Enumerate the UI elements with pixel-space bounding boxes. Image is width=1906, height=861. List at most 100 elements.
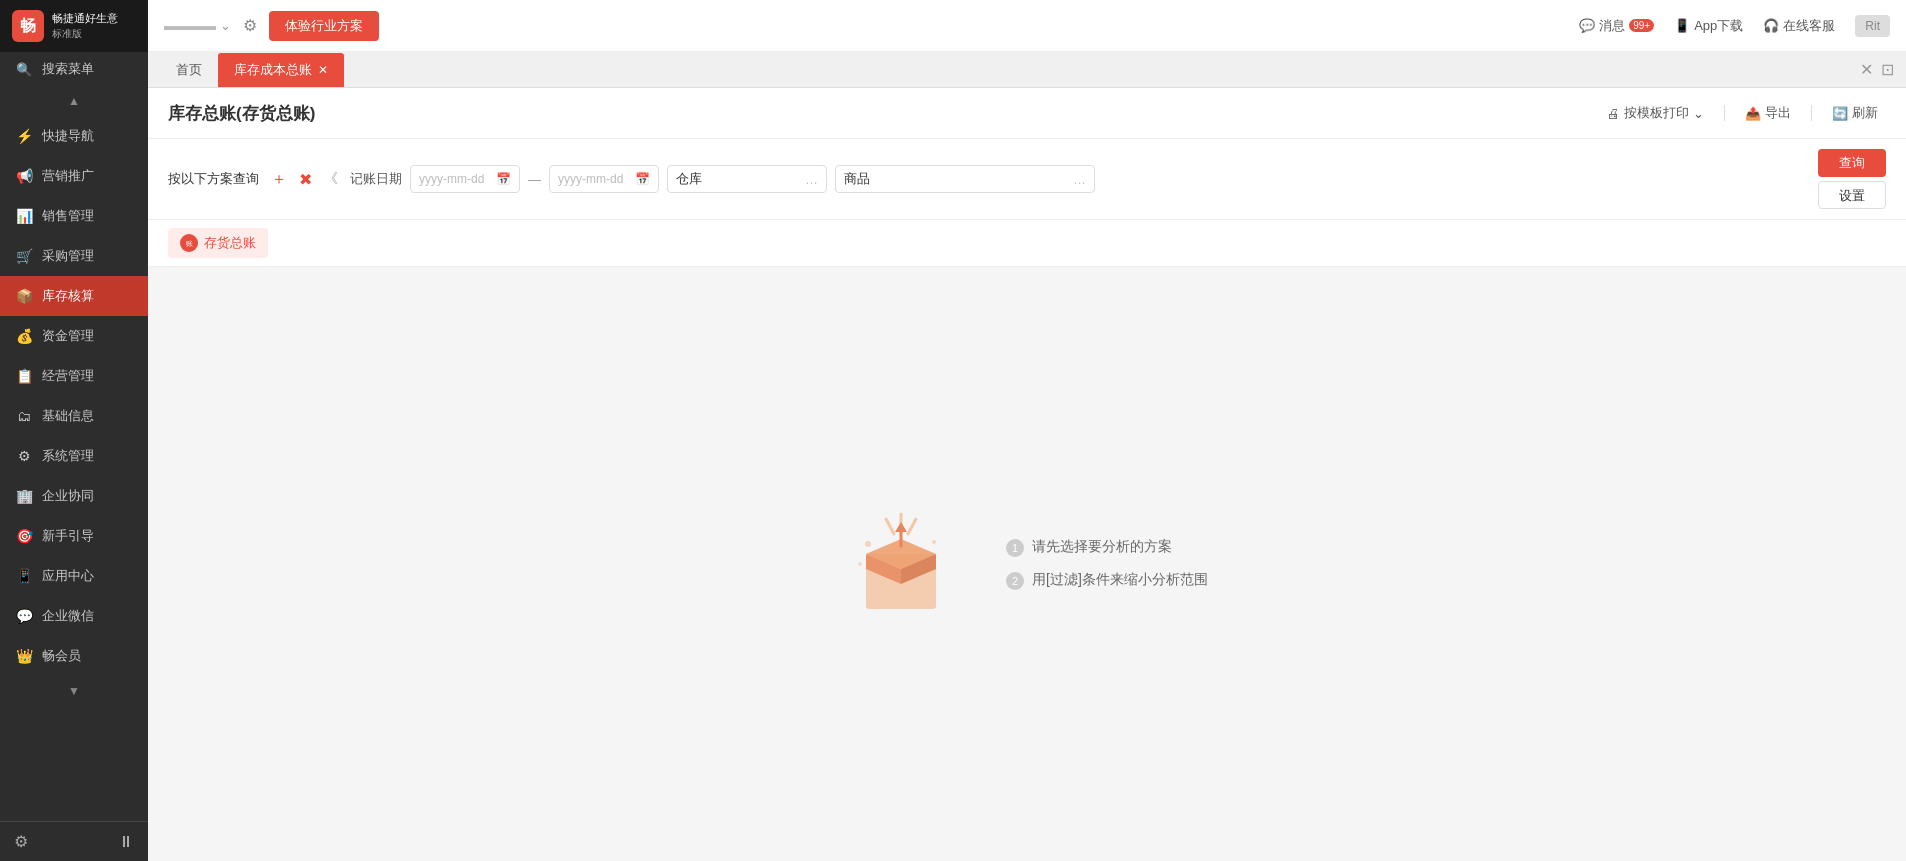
content-area: 库存总账(存货总账) 🖨 按模板打印 ⌄ 📤 导出 🔄 刷新 — [148, 88, 1906, 861]
sidebar-item-label: 应用中心 — [42, 567, 94, 585]
calendar-start-icon[interactable]: 📅 — [496, 172, 511, 186]
tab-expand-icon[interactable]: ⊡ — [1881, 60, 1894, 79]
date-label: 记账日期 — [350, 170, 402, 188]
print-icon: 🖨 — [1607, 106, 1620, 121]
tab-inventory-cost[interactable]: 库存成本总账 ✕ — [218, 53, 344, 87]
sidebar-item-marketing[interactable]: 📢 营销推广 — [0, 156, 148, 196]
system-icon: ⚙ — [14, 448, 34, 464]
app-logo: 畅 畅捷通好生意 标准版 — [0, 0, 148, 52]
scroll-up-icon[interactable]: ▲ — [64, 90, 84, 112]
scroll-down-icon[interactable]: ▼ — [64, 680, 84, 702]
svg-point-13 — [858, 562, 862, 566]
app-center-icon: 📱 — [14, 568, 34, 584]
app-download-button[interactable]: 📱 App下载 — [1674, 17, 1743, 35]
sidebar-item-operation[interactable]: 📋 经营管理 — [0, 356, 148, 396]
calendar-end-icon[interactable]: 📅 — [635, 172, 650, 186]
main-area: ▬▬▬▬ ⌄ ⚙ 体验行业方案 💬 消息 99+ 📱 App下载 🎧 在线客服 … — [148, 0, 1906, 861]
chevron-down-icon[interactable]: ⌄ — [220, 18, 231, 33]
date-end-input[interactable]: yyyy-mm-dd 📅 — [549, 165, 659, 193]
warehouse-select[interactable]: 仓库 … — [667, 165, 827, 193]
sidebar-item-system[interactable]: ⚙ 系统管理 — [0, 436, 148, 476]
date-separator: — — [528, 172, 541, 187]
breadcrumb-text: ▬▬▬▬ — [164, 18, 216, 33]
sidebar-item-wechat[interactable]: 💬 企业微信 — [0, 596, 148, 636]
sidebar-item-sales[interactable]: 📊 销售管理 — [0, 196, 148, 236]
subnav-inventory-ledger[interactable]: 账 存货总账 — [168, 228, 268, 258]
refresh-button[interactable]: 🔄 刷新 — [1824, 100, 1886, 126]
filter-settings-button[interactable]: 设置 — [1818, 181, 1886, 209]
search-menu[interactable]: 🔍 搜索菜单 — [0, 52, 148, 86]
sidebar-item-newbie[interactable]: 🎯 新手引导 — [0, 516, 148, 556]
svg-text:账: 账 — [186, 240, 193, 247]
user-avatar[interactable]: Rit — [1855, 15, 1890, 37]
sidebar-item-label: 新手引导 — [42, 527, 94, 545]
query-button[interactable]: 查询 — [1818, 149, 1886, 177]
tab-home[interactable]: 首页 — [160, 53, 218, 87]
empty-state: 1 请先选择要分析的方案 2 用[过滤]条件来缩小分析范围 — [148, 267, 1906, 861]
tab-close-panel-icon[interactable]: ✕ — [1860, 60, 1873, 79]
enterprise-icon: 🏢 — [14, 488, 34, 504]
message-label: 消息 — [1599, 17, 1625, 35]
breadcrumb: ▬▬▬▬ ⌄ — [164, 18, 235, 33]
tab-close-icon[interactable]: ✕ — [318, 63, 328, 77]
filter-add-button[interactable]: ＋ — [271, 169, 287, 190]
sidebar-item-label: 销售管理 — [42, 207, 94, 225]
warehouse-more-icon[interactable]: … — [805, 172, 818, 187]
export-icon: 📤 — [1745, 106, 1761, 121]
date-end-placeholder: yyyy-mm-dd — [558, 172, 623, 186]
sidebar-item-member[interactable]: 👑 畅会员 — [0, 636, 148, 676]
trial-button[interactable]: 体验行业方案 — [269, 11, 379, 41]
divider — [1724, 105, 1725, 121]
step-1-num: 1 — [1006, 539, 1024, 557]
member-icon: 👑 — [14, 648, 34, 664]
marketing-icon: 📢 — [14, 168, 34, 184]
sidebar-item-finance[interactable]: 💰 资金管理 — [0, 316, 148, 356]
sidebar-nav: ▲ ⚡ 快捷导航 📢 营销推广 📊 销售管理 🛒 采购管理 📦 库存核算 💰 资… — [0, 86, 148, 821]
sidebar-item-app-center[interactable]: 📱 应用中心 — [0, 556, 148, 596]
sidebar-item-label: 快捷导航 — [42, 127, 94, 145]
goods-select[interactable]: 商品 … — [835, 165, 1095, 193]
search-icon: 🔍 — [14, 62, 34, 77]
tab-bar: 首页 库存成本总账 ✕ ✕ ⊡ — [148, 52, 1906, 88]
finance-icon: 💰 — [14, 328, 34, 344]
download-icon: 📱 — [1674, 18, 1690, 33]
filter-clear-button[interactable]: ✖ — [299, 170, 312, 189]
newbie-icon: 🎯 — [14, 528, 34, 544]
app-badge: 标准版 — [52, 27, 118, 41]
svg-line-8 — [886, 519, 894, 534]
filter-collapse-icon[interactable]: 《 — [324, 170, 338, 188]
top-settings-icon[interactable]: ⚙ — [243, 16, 257, 35]
operation-icon: 📋 — [14, 368, 34, 384]
date-start-input[interactable]: yyyy-mm-dd 📅 — [410, 165, 520, 193]
purchase-icon: 🛒 — [14, 248, 34, 264]
message-button[interactable]: 💬 消息 99+ — [1579, 17, 1654, 35]
sidebar-item-purchase[interactable]: 🛒 采购管理 — [0, 236, 148, 276]
sidebar-item-label: 库存核算 — [42, 287, 94, 305]
sidebar-item-enterprise[interactable]: 🏢 企业协同 — [0, 476, 148, 516]
settings-icon[interactable]: ⚙ — [14, 832, 28, 851]
page-actions: 🖨 按模板打印 ⌄ 📤 导出 🔄 刷新 — [1599, 100, 1886, 126]
collapse-icon[interactable]: ⏸ — [118, 833, 134, 851]
sales-icon: 📊 — [14, 208, 34, 224]
sidebar-item-inventory[interactable]: 📦 库存核算 — [0, 276, 148, 316]
message-icon: 💬 — [1579, 18, 1595, 33]
sidebar-item-quick-nav[interactable]: ⚡ 快捷导航 — [0, 116, 148, 156]
print-button[interactable]: 🖨 按模板打印 ⌄ — [1599, 100, 1712, 126]
online-service-button[interactable]: 🎧 在线客服 — [1763, 17, 1835, 35]
sidebar-item-label: 企业协同 — [42, 487, 94, 505]
subnav-ledger-label: 存货总账 — [204, 234, 256, 252]
refresh-icon: 🔄 — [1832, 106, 1848, 121]
search-menu-label: 搜索菜单 — [42, 60, 94, 78]
wechat-icon: 💬 — [14, 608, 34, 624]
svg-marker-10 — [895, 522, 907, 532]
top-bar-left: ▬▬▬▬ ⌄ ⚙ 体验行业方案 — [164, 11, 1579, 41]
goods-more-icon[interactable]: … — [1073, 172, 1086, 187]
export-button[interactable]: 📤 导出 — [1737, 100, 1799, 126]
sidebar-item-label: 畅会员 — [42, 647, 81, 665]
empty-step-1: 1 请先选择要分析的方案 — [1006, 538, 1208, 557]
sidebar-item-basic[interactable]: 🗂 基础信息 — [0, 396, 148, 436]
app-name: 畅捷通好生意 — [52, 11, 118, 26]
sidebar-item-label: 基础信息 — [42, 407, 94, 425]
print-chevron-icon[interactable]: ⌄ — [1693, 106, 1704, 121]
quick-nav-icon: ⚡ — [14, 128, 34, 144]
